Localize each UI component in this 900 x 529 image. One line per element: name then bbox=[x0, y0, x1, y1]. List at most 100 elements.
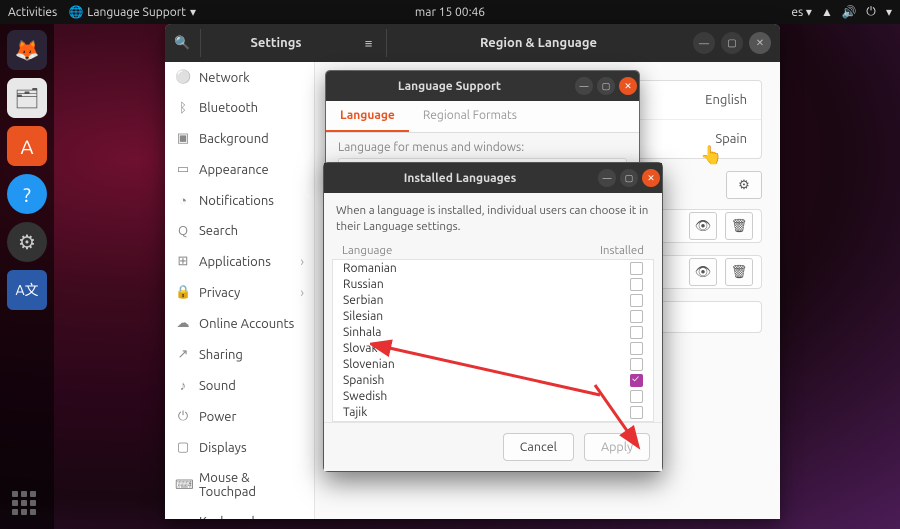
minimize-button[interactable]: — bbox=[598, 169, 616, 187]
sidebar-icon: ▭ bbox=[175, 162, 191, 177]
sidebar-item-applications[interactable]: ⊞Applications› bbox=[165, 246, 314, 277]
sidebar-item-sharing[interactable]: ↗Sharing bbox=[165, 339, 314, 370]
remove-input-button[interactable]: 🗑 bbox=[725, 258, 753, 286]
installed-checkbox[interactable] bbox=[630, 294, 643, 307]
language-row[interactable]: Sinhala bbox=[333, 324, 653, 340]
dock-software[interactable]: A bbox=[7, 126, 47, 166]
installed-checkbox[interactable] bbox=[630, 374, 643, 387]
language-name: Sinhala bbox=[343, 326, 381, 339]
sidebar-icon: ⊞ bbox=[175, 254, 191, 269]
sidebar-label: Sharing bbox=[199, 348, 243, 362]
language-support-header: Language Support — ▢ ✕ bbox=[326, 71, 639, 101]
maximize-button[interactable]: ▢ bbox=[620, 169, 638, 187]
installed-checkbox[interactable] bbox=[630, 310, 643, 323]
sidebar-item-sound[interactable]: ♪Sound bbox=[165, 370, 314, 401]
sidebar-label: Appearance bbox=[199, 163, 269, 177]
tab-regional-formats[interactable]: Regional Formats bbox=[409, 101, 531, 132]
apply-button[interactable]: Apply bbox=[584, 433, 650, 461]
language-name: Russian bbox=[343, 278, 384, 291]
network-icon[interactable]: ▲ bbox=[820, 5, 834, 19]
language-row[interactable]: Slovak bbox=[333, 340, 653, 356]
close-button[interactable]: ✕ bbox=[619, 77, 637, 95]
sidebar-label: Power bbox=[199, 410, 236, 424]
cancel-button[interactable]: Cancel bbox=[503, 433, 574, 461]
language-row[interactable]: Tajik bbox=[333, 404, 653, 420]
hamburger-button[interactable]: ≡ bbox=[351, 29, 387, 57]
language-row[interactable]: Spanish bbox=[333, 372, 653, 388]
sidebar-item-network[interactable]: ⚪Network bbox=[165, 62, 314, 93]
sidebar-label: Background bbox=[199, 132, 269, 146]
top-bar: Activities 🌐 Language Support ▾ mar 15 0… bbox=[0, 0, 900, 24]
dock-help[interactable]: ? bbox=[7, 174, 47, 214]
column-installed: Installed bbox=[600, 244, 644, 257]
dock: 🦊 🗂 A ? ⚙ A文 bbox=[0, 24, 54, 529]
chevron-down-icon[interactable]: ▾ bbox=[886, 5, 892, 19]
sidebar-icon: ⌨ bbox=[175, 478, 191, 493]
sidebar-label: Search bbox=[199, 224, 238, 238]
sidebar-icon: ⏻ bbox=[175, 409, 191, 424]
dock-firefox[interactable]: 🦊 bbox=[7, 30, 47, 70]
language-row[interactable]: Swedish bbox=[333, 388, 653, 404]
sidebar-item-notifications[interactable]: ◔Notifications bbox=[165, 185, 314, 216]
minimize-button[interactable]: — bbox=[693, 32, 715, 54]
dock-files[interactable]: 🗂 bbox=[7, 78, 47, 118]
sidebar-item-bluetooth[interactable]: ᛒBluetooth bbox=[165, 93, 314, 123]
sidebar-item-search[interactable]: QSearch bbox=[165, 216, 314, 246]
active-app-menu[interactable]: 🌐 Language Support ▾ bbox=[69, 5, 196, 19]
input-source-indicator[interactable]: es ▾ bbox=[791, 5, 812, 19]
sidebar-item-online-accounts[interactable]: ☁Online Accounts bbox=[165, 308, 314, 339]
installed-checkbox[interactable] bbox=[630, 326, 643, 339]
installed-checkbox[interactable] bbox=[630, 278, 643, 291]
sidebar-item-power[interactable]: ⏻ Power bbox=[165, 401, 314, 432]
language-row[interactable]: Romanian bbox=[333, 260, 653, 276]
chevron-down-icon: ▾ bbox=[190, 5, 196, 19]
installed-checkbox[interactable] bbox=[630, 406, 643, 419]
sidebar-item-privacy[interactable]: 🔒Privacy› bbox=[165, 277, 314, 308]
sidebar-icon: ⚪ bbox=[175, 70, 191, 85]
sidebar-icon: ☁ bbox=[175, 316, 191, 331]
activities-button[interactable]: Activities bbox=[8, 6, 57, 19]
language-row[interactable]: Russian bbox=[333, 276, 653, 292]
installed-checkbox[interactable] bbox=[630, 262, 643, 275]
dock-language[interactable]: A文 bbox=[7, 270, 47, 310]
view-keyboard-button[interactable]: 👁 bbox=[689, 212, 717, 240]
installed-checkbox[interactable] bbox=[630, 342, 643, 355]
sidebar-label: Displays bbox=[199, 441, 247, 455]
close-button[interactable]: ✕ bbox=[749, 32, 771, 54]
sidebar-icon: ▢ bbox=[175, 440, 191, 455]
maximize-button[interactable]: ▢ bbox=[721, 32, 743, 54]
languages-listbox[interactable]: Romanian RussianSerbianSilesian Sinhala Slo… bbox=[332, 259, 654, 422]
settings-sidebar[interactable]: ⚪NetworkᛒBluetooth▣Background ▭ Appearance… bbox=[165, 62, 315, 519]
language-row[interactable]: Tamil bbox=[333, 420, 653, 422]
sidebar-item-keyboard-shortcuts[interactable]: ⌨Keyboard Shortcuts bbox=[165, 507, 314, 519]
maximize-button[interactable]: ▢ bbox=[597, 77, 615, 95]
sidebar-icon: ◔ bbox=[175, 193, 191, 208]
language-row[interactable]: Slovenian bbox=[333, 356, 653, 372]
sidebar-label: Keyboard Shortcuts bbox=[199, 515, 304, 519]
volume-icon[interactable]: 🔊 bbox=[842, 5, 856, 19]
installed-languages-hint: When a language is installed, individual… bbox=[324, 193, 662, 240]
language-row[interactable]: Serbian bbox=[333, 292, 653, 308]
tab-language[interactable]: Language bbox=[326, 101, 409, 132]
minimize-button[interactable]: — bbox=[575, 77, 593, 95]
installed-checkbox[interactable] bbox=[630, 358, 643, 371]
input-source-options-button[interactable]: ⚙ bbox=[726, 171, 762, 199]
language-support-tabs: Language Regional Formats bbox=[326, 101, 639, 133]
language-name: Slovak bbox=[343, 342, 378, 355]
close-button[interactable]: ✕ bbox=[642, 169, 660, 187]
sidebar-label: Sound bbox=[199, 379, 236, 393]
sidebar-label: Privacy bbox=[199, 286, 240, 300]
sidebar-item-mouse-touchpad[interactable]: ⌨Mouse & Touchpad bbox=[165, 463, 314, 507]
sidebar-item-appearance[interactable]: ▭ Appearance bbox=[165, 154, 314, 185]
search-button[interactable]: 🔍 bbox=[165, 29, 201, 57]
view-keyboard-button[interactable]: 👁 bbox=[689, 258, 717, 286]
remove-input-button[interactable]: 🗑 bbox=[725, 212, 753, 240]
clock[interactable]: mar 15 00:46 bbox=[415, 6, 485, 19]
mouse-cursor: 👆 bbox=[700, 145, 722, 166]
sidebar-item-displays[interactable]: ▢ Displays bbox=[165, 432, 314, 463]
sidebar-item-background[interactable]: ▣Background bbox=[165, 123, 314, 154]
power-icon[interactable]: ⏻ bbox=[864, 5, 878, 19]
installed-checkbox[interactable] bbox=[630, 390, 643, 403]
dock-settings[interactable]: ⚙ bbox=[7, 222, 47, 262]
language-row[interactable]: Silesian bbox=[333, 308, 653, 324]
